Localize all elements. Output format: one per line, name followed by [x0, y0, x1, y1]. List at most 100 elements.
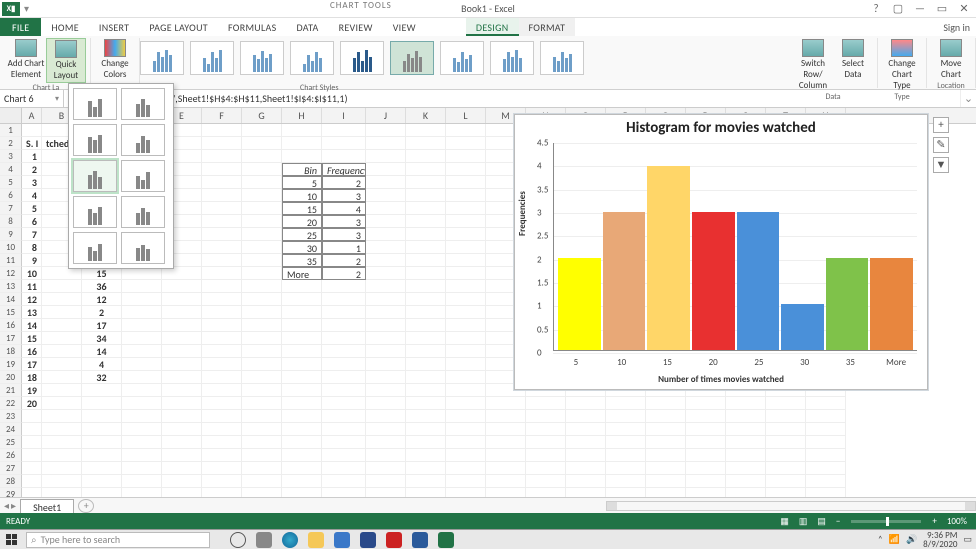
- cell[interactable]: [606, 488, 646, 497]
- cell[interactable]: [162, 488, 202, 497]
- cell[interactable]: [322, 449, 366, 462]
- row-header[interactable]: 7: [0, 202, 22, 215]
- cell[interactable]: [446, 306, 486, 319]
- cell[interactable]: [446, 384, 486, 397]
- maximize-button[interactable]: ▭: [934, 2, 950, 15]
- cell[interactable]: [446, 293, 486, 306]
- cell[interactable]: [122, 319, 162, 332]
- chart-bar[interactable]: [870, 258, 913, 350]
- cell[interactable]: 12: [22, 293, 42, 306]
- cell[interactable]: [446, 436, 486, 449]
- file-explorer-icon[interactable]: [308, 532, 324, 548]
- row-header[interactable]: 16: [0, 319, 22, 332]
- cell[interactable]: [446, 163, 486, 176]
- cell[interactable]: [122, 410, 162, 423]
- cell[interactable]: [446, 332, 486, 345]
- cell[interactable]: [202, 332, 242, 345]
- tray-network-icon[interactable]: 📶: [889, 534, 900, 545]
- row-header[interactable]: 4: [0, 163, 22, 176]
- cell[interactable]: [242, 176, 282, 189]
- cell[interactable]: [282, 397, 322, 410]
- cell[interactable]: [366, 124, 406, 137]
- cell[interactable]: [366, 371, 406, 384]
- cell[interactable]: [366, 384, 406, 397]
- cell[interactable]: 25: [282, 228, 322, 241]
- select-data-button[interactable]: Select Data: [833, 38, 873, 92]
- layout-thumb[interactable]: [73, 196, 117, 228]
- layout-thumb[interactable]: [73, 88, 117, 120]
- row-header[interactable]: 20: [0, 371, 22, 384]
- cell[interactable]: [486, 397, 526, 410]
- row-header[interactable]: 12: [0, 267, 22, 280]
- cell[interactable]: [366, 293, 406, 306]
- cell[interactable]: [406, 241, 446, 254]
- cell[interactable]: [242, 410, 282, 423]
- cell[interactable]: [42, 319, 82, 332]
- cell[interactable]: [202, 449, 242, 462]
- cell[interactable]: [322, 137, 366, 150]
- cell[interactable]: [406, 436, 446, 449]
- cell[interactable]: [406, 137, 446, 150]
- cell[interactable]: [202, 150, 242, 163]
- cell[interactable]: [446, 397, 486, 410]
- cell[interactable]: [162, 280, 202, 293]
- cell[interactable]: 5: [22, 202, 42, 215]
- cell[interactable]: [22, 488, 42, 497]
- tab-review[interactable]: REVIEW: [329, 18, 383, 36]
- cell[interactable]: [726, 397, 766, 410]
- cell[interactable]: [122, 436, 162, 449]
- cell[interactable]: [366, 397, 406, 410]
- cell[interactable]: [82, 397, 122, 410]
- taskbar-clock[interactable]: 9:36 PM8/9/2020: [923, 531, 957, 549]
- cell[interactable]: 18: [22, 371, 42, 384]
- cell[interactable]: [122, 397, 162, 410]
- cell[interactable]: [406, 267, 446, 280]
- cell[interactable]: [406, 488, 446, 497]
- cell[interactable]: [322, 436, 366, 449]
- cell[interactable]: [446, 176, 486, 189]
- cell[interactable]: [566, 410, 606, 423]
- excel-taskbar-icon[interactable]: [438, 532, 454, 548]
- cell[interactable]: [686, 410, 726, 423]
- cell[interactable]: 17: [22, 358, 42, 371]
- chart-filters-button[interactable]: ▼: [933, 157, 949, 173]
- cell[interactable]: [82, 475, 122, 488]
- cell[interactable]: [242, 319, 282, 332]
- cell[interactable]: 9: [22, 254, 42, 267]
- cell[interactable]: [446, 241, 486, 254]
- cell[interactable]: [322, 345, 366, 358]
- move-chart-button[interactable]: Move Chart: [931, 38, 971, 81]
- cell[interactable]: 17: [82, 319, 122, 332]
- col-header[interactable]: I: [322, 108, 366, 123]
- cell[interactable]: [242, 215, 282, 228]
- cell[interactable]: [566, 475, 606, 488]
- cell[interactable]: [42, 410, 82, 423]
- cell[interactable]: [566, 462, 606, 475]
- cell[interactable]: [242, 280, 282, 293]
- col-header[interactable]: F: [202, 108, 242, 123]
- cell[interactable]: [726, 475, 766, 488]
- cell[interactable]: [406, 371, 446, 384]
- cell[interactable]: [806, 436, 846, 449]
- cell[interactable]: [282, 319, 322, 332]
- cell[interactable]: [322, 397, 366, 410]
- cell[interactable]: [282, 150, 322, 163]
- cell[interactable]: [242, 332, 282, 345]
- cell[interactable]: [486, 410, 526, 423]
- cell[interactable]: [282, 410, 322, 423]
- cell[interactable]: [686, 397, 726, 410]
- tab-file[interactable]: FILE: [0, 18, 41, 36]
- task-view-icon[interactable]: [256, 532, 272, 548]
- cell[interactable]: [242, 449, 282, 462]
- cell[interactable]: 2: [322, 267, 366, 280]
- cell[interactable]: [242, 137, 282, 150]
- cell[interactable]: Bin: [282, 163, 322, 176]
- cell[interactable]: [526, 423, 566, 436]
- cell[interactable]: [446, 124, 486, 137]
- cell[interactable]: [646, 397, 686, 410]
- cell[interactable]: [122, 449, 162, 462]
- layout-thumb-selected[interactable]: [73, 160, 117, 192]
- cell[interactable]: 10: [282, 189, 322, 202]
- cell[interactable]: [242, 423, 282, 436]
- change-colors-button[interactable]: Change Colors: [95, 38, 135, 81]
